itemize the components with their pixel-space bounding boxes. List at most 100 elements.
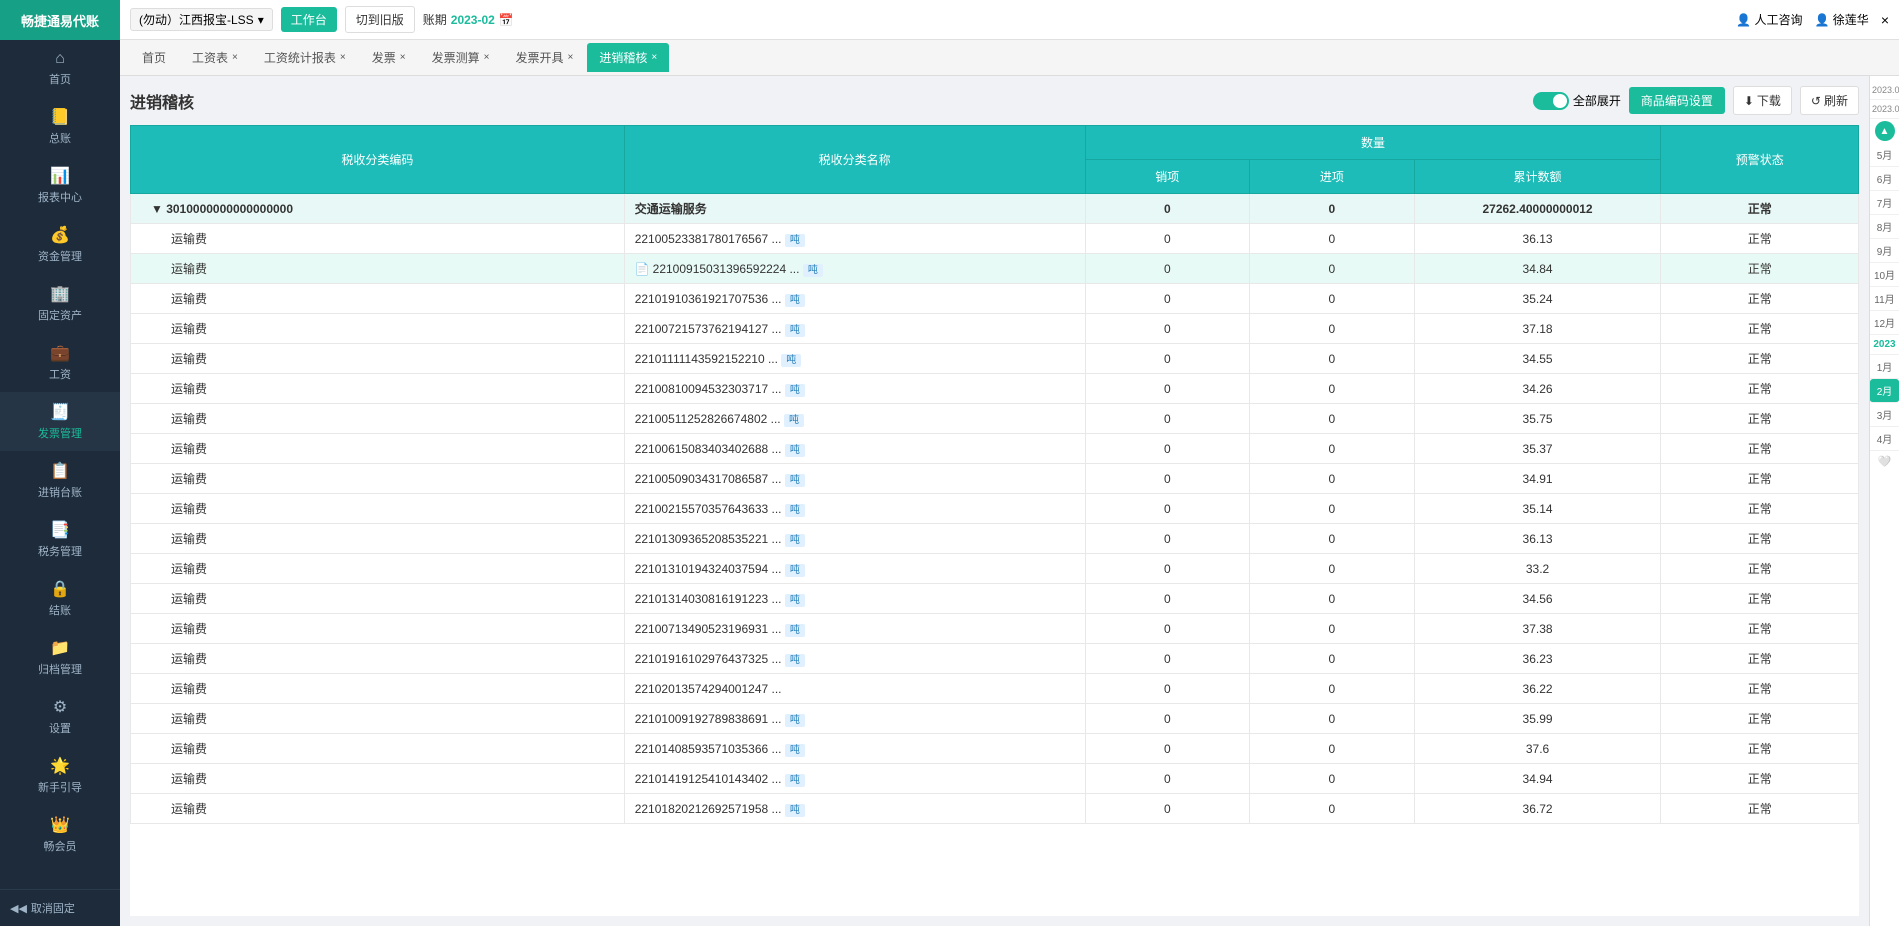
table-row[interactable]: 运输费 22100523381780176567 ... 吨 0 0 36.13… bbox=[131, 224, 1859, 254]
table-row[interactable]: 运输费 22100810094532303717 ... 吨 0 0 34.26… bbox=[131, 374, 1859, 404]
sidebar-item-assets[interactable]: 🏢 固定资产 bbox=[0, 274, 120, 333]
sidebar-item-funds[interactable]: 💰 资金管理 bbox=[0, 215, 120, 274]
cell-cumulative: 35.37 bbox=[1414, 434, 1661, 464]
cell-sales: 0 bbox=[1085, 404, 1250, 434]
sidebar-item-ledger[interactable]: 📒 总账 bbox=[0, 97, 120, 156]
unit-badge: 吨 bbox=[781, 354, 801, 367]
sku-settings-button[interactable]: 商品编码设置 bbox=[1629, 87, 1725, 114]
col-sales: 销项 bbox=[1085, 160, 1250, 194]
cell-cumulative: 36.13 bbox=[1414, 524, 1661, 554]
sidebar-item-tax[interactable]: 📑 税务管理 bbox=[0, 510, 120, 569]
cell-invoice-num: 22101111143592152210 ... 吨 bbox=[624, 344, 1085, 374]
right-panel-month-4[interactable]: 4月 bbox=[1870, 427, 1899, 451]
close-app-button[interactable]: × bbox=[1881, 12, 1889, 28]
table-row[interactable]: 运输费 📄22100915031396592224 ... 吨 0 0 34.8… bbox=[131, 254, 1859, 284]
right-panel-month-5[interactable]: 5月 bbox=[1870, 143, 1899, 167]
table-row[interactable]: 运输费 22101309365208535221 ... 吨 0 0 36.13… bbox=[131, 524, 1859, 554]
company-dropdown-icon: ▾ bbox=[258, 13, 264, 27]
tab-invoice-calc[interactable]: 发票测算 × bbox=[420, 43, 502, 72]
right-panel-month-8[interactable]: 8月 bbox=[1870, 215, 1899, 239]
table-row[interactable]: 运输费 22100721573762194127 ... 吨 0 0 37.18… bbox=[131, 314, 1859, 344]
table-row[interactable]: 运输费 22101111143592152210 ... 吨 0 0 34.55… bbox=[131, 344, 1859, 374]
right-panel-month-6[interactable]: 6月 bbox=[1870, 167, 1899, 191]
table-row[interactable]: 运输费 22101009192789838691 ... 吨 0 0 35.99… bbox=[131, 704, 1859, 734]
calendar-icon[interactable]: 📅 bbox=[499, 13, 514, 27]
period-display: 账期 2023-02 📅 bbox=[423, 11, 514, 28]
table-row[interactable]: 运输费 22100615083403402688 ... 吨 0 0 35.37… bbox=[131, 434, 1859, 464]
sidebar-item-salary[interactable]: 💼 工资 bbox=[0, 333, 120, 392]
right-panel-month-12[interactable]: 12月 bbox=[1870, 311, 1899, 335]
right-panel-month-11[interactable]: 11月 bbox=[1870, 287, 1899, 311]
sidebar-item-purchase[interactable]: 📋 进销台账 bbox=[0, 451, 120, 510]
right-panel-month-1[interactable]: 1月 bbox=[1870, 355, 1899, 379]
scroll-up-button[interactable]: ▲ bbox=[1875, 121, 1895, 141]
user-button[interactable]: 👤 徐莲华 bbox=[1815, 11, 1869, 28]
support-button[interactable]: 👤 人工咨询 bbox=[1736, 11, 1802, 28]
right-panel-month-10[interactable]: 10月 bbox=[1870, 263, 1899, 287]
sidebar-item-home[interactable]: ⌂ 首页 bbox=[0, 40, 120, 97]
sidebar-item-settings[interactable]: ⚙ 设置 bbox=[0, 687, 120, 746]
sidebar-item-invoice[interactable]: 🧾 发票管理 bbox=[0, 392, 120, 451]
table-row[interactable]: 运输费 22101910361921707536 ... 吨 0 0 35.24… bbox=[131, 284, 1859, 314]
tab-invoice[interactable]: 发票 × bbox=[360, 43, 418, 72]
guide-icon: 🌟 bbox=[50, 756, 70, 776]
right-panel-month-3[interactable]: 3月 bbox=[1870, 403, 1899, 427]
cell-purchase: 0 bbox=[1250, 194, 1415, 224]
table-row[interactable]: 运输费 22101408593571035366 ... 吨 0 0 37.6 … bbox=[131, 734, 1859, 764]
sidebar-item-member[interactable]: 👑 畅会员 bbox=[0, 805, 120, 864]
cell-tax-code: 运输费 bbox=[131, 644, 625, 674]
tab-invoice-issue[interactable]: 发票开具 × bbox=[503, 43, 585, 72]
right-panel-year-2023[interactable]: 2023 bbox=[1870, 335, 1899, 355]
right-panel-month-7[interactable]: 7月 bbox=[1870, 191, 1899, 215]
cell-tax-code: 运输费 bbox=[131, 584, 625, 614]
sidebar-item-archive[interactable]: 📁 归档管理 bbox=[0, 628, 120, 687]
table-row[interactable]: 运输费 22101310194324037594 ... 吨 0 0 33.2 … bbox=[131, 554, 1859, 584]
cell-tax-code: 运输费 bbox=[131, 254, 625, 284]
tab-invoice-issue-close[interactable]: × bbox=[567, 52, 573, 63]
company-selector[interactable]: (勿动）江西报宝-LSS ▾ bbox=[130, 8, 273, 31]
tab-home[interactable]: 首页 bbox=[130, 43, 178, 72]
cell-invoice-num: 22100215570357643633 ... 吨 bbox=[624, 494, 1085, 524]
table-row[interactable]: 运输费 22102013574294001247 ... 0 0 36.22 正… bbox=[131, 674, 1859, 704]
cell-sales: 0 bbox=[1085, 284, 1250, 314]
sidebar-item-report[interactable]: 📊 报表中心 bbox=[0, 156, 120, 215]
table-row[interactable]: 运输费 22101419125410143402 ... 吨 0 0 34.94… bbox=[131, 764, 1859, 794]
table-row[interactable]: 运输费 22101314030816191223 ... 吨 0 0 34.56… bbox=[131, 584, 1859, 614]
table-row[interactable]: 运输费 22101916102976437325 ... 吨 0 0 36.23… bbox=[131, 644, 1859, 674]
table-row[interactable]: 运输费 22100511252826674802 ... 吨 0 0 35.75… bbox=[131, 404, 1859, 434]
table-row[interactable]: 运输费 22100509034317086587 ... 吨 0 0 34.91… bbox=[131, 464, 1859, 494]
cell-status: 正常 bbox=[1661, 434, 1859, 464]
tab-sales-audit[interactable]: 进销稽核 × bbox=[587, 43, 669, 72]
main-panel: (勿动）江西报宝-LSS ▾ 工作台 切到旧版 账期 2023-02 📅 👤 人… bbox=[120, 0, 1899, 926]
tab-salary[interactable]: 工资表 × bbox=[180, 43, 250, 72]
table-row[interactable]: 运输费 22101820212692571958 ... 吨 0 0 36.72… bbox=[131, 794, 1859, 824]
table-row[interactable]: 运输费 22100713490523196931 ... 吨 0 0 37.38… bbox=[131, 614, 1859, 644]
sidebar-item-guide[interactable]: 🌟 新手引导 bbox=[0, 746, 120, 805]
right-panel-year-1[interactable]: 2023.02 bbox=[1870, 81, 1899, 100]
unit-badge: 吨 bbox=[784, 414, 804, 427]
cell-tax-code: 运输费 bbox=[131, 794, 625, 824]
right-panel-month-2[interactable]: 2月 bbox=[1870, 379, 1899, 403]
table-row[interactable]: ▼ 3010000000000000000 交通运输服务 0 0 27262.4… bbox=[131, 194, 1859, 224]
tab-sales-audit-close[interactable]: × bbox=[651, 52, 657, 63]
right-panel-year-2[interactable]: 2023.02 bbox=[1870, 100, 1899, 119]
tab-invoice-calc-close[interactable]: × bbox=[484, 52, 490, 63]
workbench-button[interactable]: 工作台 bbox=[281, 7, 337, 32]
table-row[interactable]: 运输费 22100215570357643633 ... 吨 0 0 35.14… bbox=[131, 494, 1859, 524]
cell-purchase: 0 bbox=[1250, 764, 1415, 794]
tab-salary-report-close[interactable]: × bbox=[340, 52, 346, 63]
tab-invoice-close[interactable]: × bbox=[400, 52, 406, 63]
unpin-button[interactable]: ◀◀ 取消固定 bbox=[0, 889, 120, 926]
cell-sales: 0 bbox=[1085, 794, 1250, 824]
refresh-icon: ↺ bbox=[1811, 94, 1821, 108]
refresh-button[interactable]: ↺ 刷新 bbox=[1800, 86, 1859, 115]
sidebar-item-close[interactable]: 🔒 结账 bbox=[0, 569, 120, 628]
expand-all-toggle-group: 全部展开 bbox=[1533, 92, 1621, 110]
tab-salary-report[interactable]: 工资统计报表 × bbox=[252, 43, 358, 72]
right-panel-month-9[interactable]: 9月 bbox=[1870, 239, 1899, 263]
purchase-icon: 📋 bbox=[50, 461, 70, 481]
switch-old-button[interactable]: 切到旧版 bbox=[345, 6, 415, 33]
expand-all-toggle[interactable] bbox=[1533, 92, 1569, 110]
tab-salary-close[interactable]: × bbox=[232, 52, 238, 63]
download-button[interactable]: ⬇ 下载 bbox=[1733, 86, 1792, 115]
